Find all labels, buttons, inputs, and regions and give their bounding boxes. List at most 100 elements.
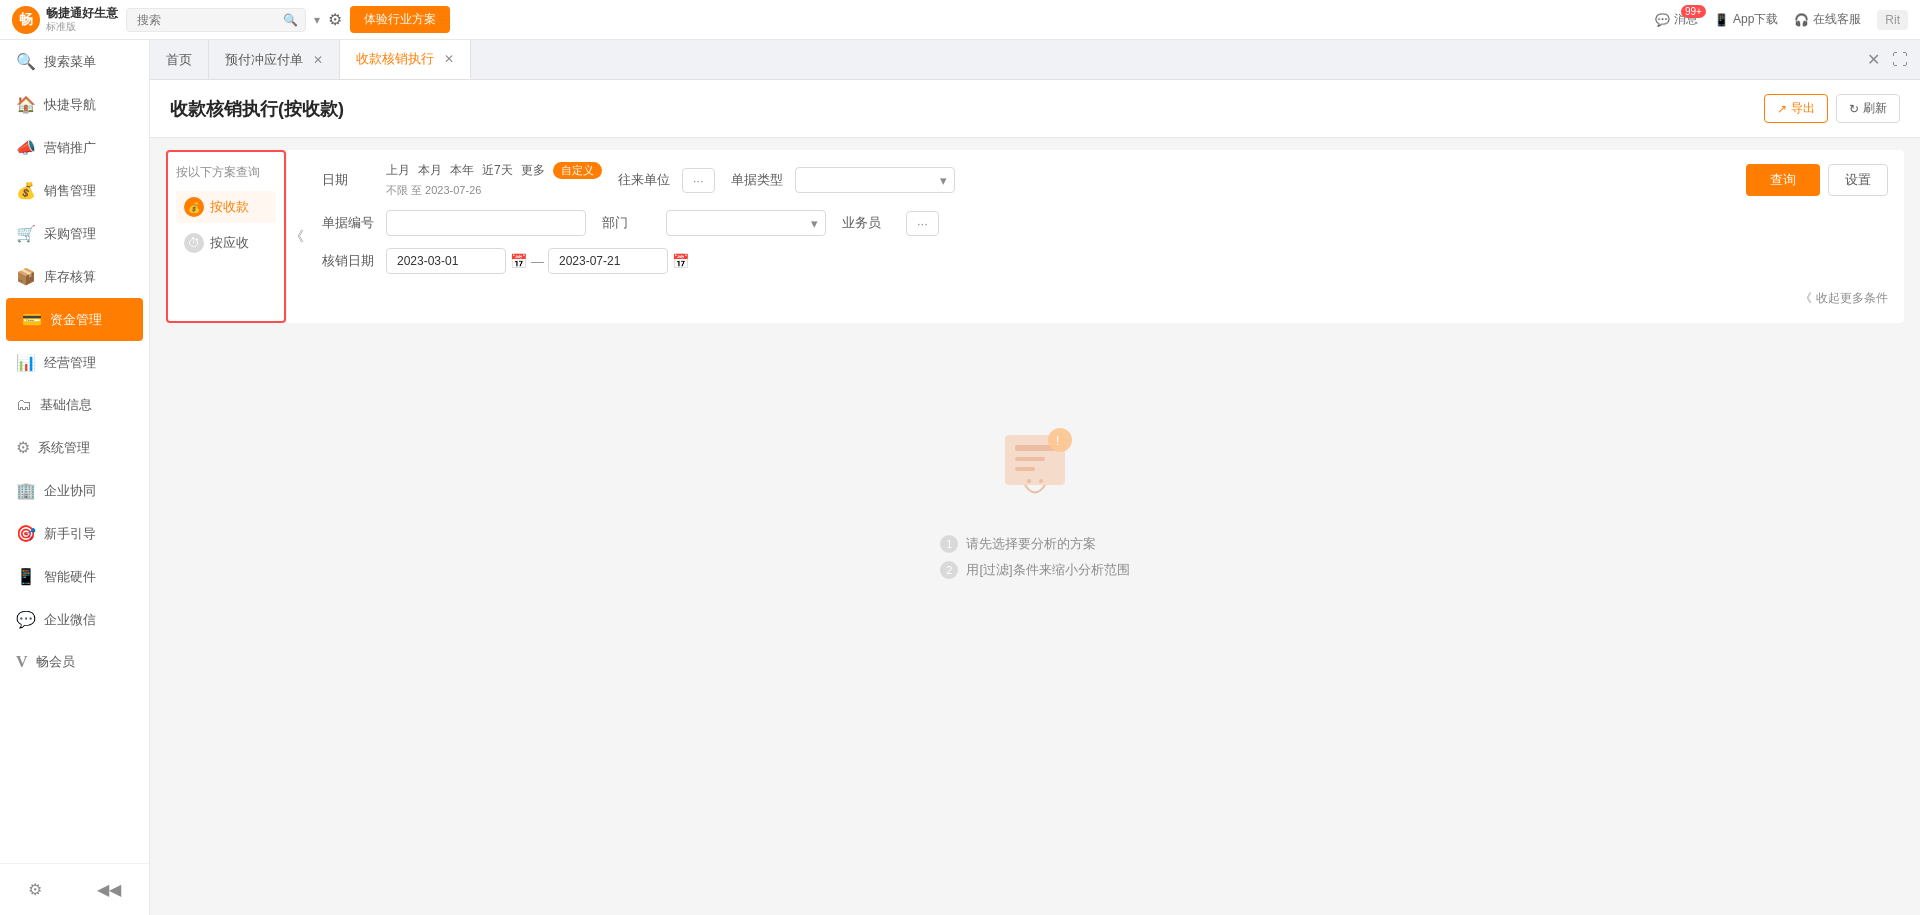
- department-select[interactable]: [666, 210, 826, 236]
- topbar-right: 💬 消息 99+ 📱 App下载 🎧 在线客服 Rit: [1655, 10, 1908, 30]
- filter-option-by-receipt[interactable]: 💰 按收款: [176, 191, 276, 223]
- empty-tip-1: 1 请先选择要分析的方案: [940, 535, 1129, 553]
- finance-icon: 💳: [22, 310, 42, 329]
- empty-state: ! 1 请先选择要分析的方案 2 用[过滤]条件来缩小分析范围: [150, 335, 1920, 659]
- export-icon: ↗: [1777, 102, 1787, 116]
- sidebar-item-label: 采购管理: [44, 225, 96, 243]
- sidebar-item-system[interactable]: ⚙ 系统管理: [0, 426, 149, 469]
- app-download-button[interactable]: 📱 App下载: [1714, 11, 1778, 28]
- by-receipt-icon: 💰: [184, 197, 204, 217]
- gear-icon[interactable]: ⚙: [328, 10, 342, 29]
- sidebar-item-operation[interactable]: 📊 经营管理: [0, 341, 149, 384]
- writeoff-date-end-cal-icon[interactable]: 📅: [672, 253, 689, 269]
- sidebar-item-inventory[interactable]: 📦 库存核算: [0, 255, 149, 298]
- date-link-last-month[interactable]: 上月: [386, 162, 410, 179]
- svg-point-4: [1048, 428, 1072, 452]
- brand-name: 畅捷通好生意 标准版: [46, 6, 118, 32]
- tab-receipt-offset[interactable]: 收款核销执行 ✕: [340, 40, 471, 79]
- sidebar-item-label: 快捷导航: [44, 96, 96, 114]
- sidebar-item-wechat[interactable]: 💬 企业微信: [0, 598, 149, 641]
- collapse-more-button[interactable]: 《 收起更多条件: [1800, 290, 1888, 307]
- inventory-icon: 📦: [16, 267, 36, 286]
- tab-home-label: 首页: [166, 51, 192, 69]
- date-link-this-month[interactable]: 本月: [418, 162, 442, 179]
- tab-receipt-close-icon[interactable]: ✕: [444, 52, 454, 66]
- topbar-search-input[interactable]: [126, 8, 306, 32]
- tab-bar: 首页 预付冲应付单 ✕ 收款核销执行 ✕ ✕ ⛶: [150, 40, 1920, 80]
- writeoff-date-end-input[interactable]: [548, 248, 668, 274]
- message-button[interactable]: 💬 消息 99+: [1655, 11, 1698, 28]
- sidebar-item-label: 系统管理: [38, 439, 90, 457]
- date-link-more[interactable]: 更多: [521, 162, 545, 179]
- sidebar-item-quick-nav[interactable]: 🏠 快捷导航: [0, 83, 149, 126]
- tab-prepay-close-icon[interactable]: ✕: [313, 53, 323, 67]
- query-form: 日期 上月 本月 本年 近7天 更多 自定义: [306, 150, 1904, 323]
- salesperson-ellipsis-button[interactable]: ···: [906, 211, 939, 236]
- doc-type-select[interactable]: [795, 167, 955, 193]
- sidebar-item-enterprise[interactable]: 🏢 企业协同: [0, 469, 149, 512]
- sidebar-collapse-icon[interactable]: ◀◀: [89, 872, 129, 907]
- logo-area: 畅 畅捷通好生意 标准版: [12, 6, 118, 34]
- refresh-button[interactable]: ↻ 刷新: [1836, 94, 1900, 123]
- sidebar-item-sales[interactable]: 💰 销售管理: [0, 169, 149, 212]
- user-avatar[interactable]: Rit: [1877, 10, 1908, 30]
- sidebar-settings-icon[interactable]: ⚙: [20, 872, 50, 907]
- doc-number-input[interactable]: [386, 210, 586, 236]
- tab-expand-button[interactable]: ⛶: [1888, 47, 1912, 73]
- tab-prepay-offset[interactable]: 预付冲应付单 ✕: [209, 40, 340, 79]
- tab-home[interactable]: 首页: [150, 40, 209, 79]
- message-badge: 99+: [1681, 5, 1706, 18]
- sidebar-item-label: 企业协同: [44, 482, 96, 500]
- form-row-3: 核销日期 📅 — 📅: [322, 248, 1888, 274]
- sidebar-item-basic[interactable]: 🗂 基础信息: [0, 384, 149, 426]
- custom-date-tag[interactable]: 自定义: [553, 162, 602, 179]
- sidebar: 🔍 搜索菜单 🏠 快捷导航 📣 营销推广 💰 销售管理 🛒 采购管理 📦 库存核…: [0, 40, 150, 915]
- date-link-this-year[interactable]: 本年: [450, 162, 474, 179]
- writeoff-date-label: 核销日期: [322, 252, 378, 270]
- department-select-wrap: [666, 210, 826, 236]
- sales-icon: 💰: [16, 181, 36, 200]
- filter-sidebar: 按以下方案查询 💰 按收款 ⏱ 按应收: [166, 150, 286, 323]
- sidebar-item-label: 新手引导: [44, 525, 96, 543]
- doc-type-form-item: 单据类型: [731, 167, 955, 193]
- counterparty-form-item: 往来单位 ···: [618, 168, 715, 193]
- page-header-actions: ↗ 导出 ↻ 刷新: [1764, 94, 1900, 137]
- no-limit-row: 不限 至 2023-07-26: [386, 183, 602, 198]
- tab-receipt-label: 收款核销执行: [356, 50, 434, 68]
- app-icon: 📱: [1714, 13, 1729, 27]
- online-service-button[interactable]: 🎧 在线客服: [1794, 11, 1861, 28]
- service-icon: 🎧: [1794, 13, 1809, 27]
- svg-rect-1: [1015, 445, 1055, 451]
- filter-sidebar-title: 按以下方案查询: [176, 164, 276, 181]
- sidebar-item-purchase[interactable]: 🛒 采购管理: [0, 212, 149, 255]
- writeoff-date-start-cal-icon[interactable]: 📅: [510, 253, 527, 269]
- trial-button[interactable]: 体验行业方案: [350, 6, 450, 33]
- sidebar-item-member[interactable]: V 畅会员: [0, 641, 149, 683]
- writeoff-date-range: 📅 — 📅: [386, 248, 689, 274]
- sidebar-item-marketing[interactable]: 📣 营销推广: [0, 126, 149, 169]
- topbar: 畅 畅捷通好生意 标准版 🔍 ▾ ⚙ 体验行业方案 💬 消息 99+ 📱 App…: [0, 0, 1920, 40]
- member-icon: V: [16, 653, 28, 671]
- counterparty-label: 往来单位: [618, 171, 674, 189]
- export-button[interactable]: ↗ 导出: [1764, 94, 1828, 123]
- filter-collapse-button[interactable]: 《: [286, 150, 306, 323]
- tip-1-num: 1: [940, 535, 958, 553]
- doc-type-label: 单据类型: [731, 171, 787, 189]
- sidebar-item-guide[interactable]: 🎯 新手引导: [0, 512, 149, 555]
- sidebar-item-hardware[interactable]: 📱 智能硬件: [0, 555, 149, 598]
- search-menu-icon: 🔍: [16, 52, 36, 71]
- filter-option-by-receivable[interactable]: ⏱ 按应收: [176, 227, 276, 259]
- sidebar-item-search-menu[interactable]: 🔍 搜索菜单: [0, 40, 149, 83]
- query-button[interactable]: 查询: [1746, 164, 1820, 196]
- tab-close-all-button[interactable]: ✕: [1863, 46, 1884, 73]
- salesperson-form-item: 业务员 ···: [842, 211, 939, 236]
- department-label: 部门: [602, 214, 658, 232]
- sidebar-item-label: 搜索菜单: [44, 53, 96, 71]
- form-row-2: 单据编号 部门 业务员 ···: [322, 210, 1888, 236]
- sidebar-item-finance[interactable]: 💳 资金管理: [6, 298, 143, 341]
- page-title: 收款核销执行(按收款): [170, 97, 344, 135]
- date-link-7days[interactable]: 近7天: [482, 162, 513, 179]
- counterparty-ellipsis-button[interactable]: ···: [682, 168, 715, 193]
- settings-button[interactable]: 设置: [1828, 164, 1888, 196]
- writeoff-date-start-input[interactable]: [386, 248, 506, 274]
